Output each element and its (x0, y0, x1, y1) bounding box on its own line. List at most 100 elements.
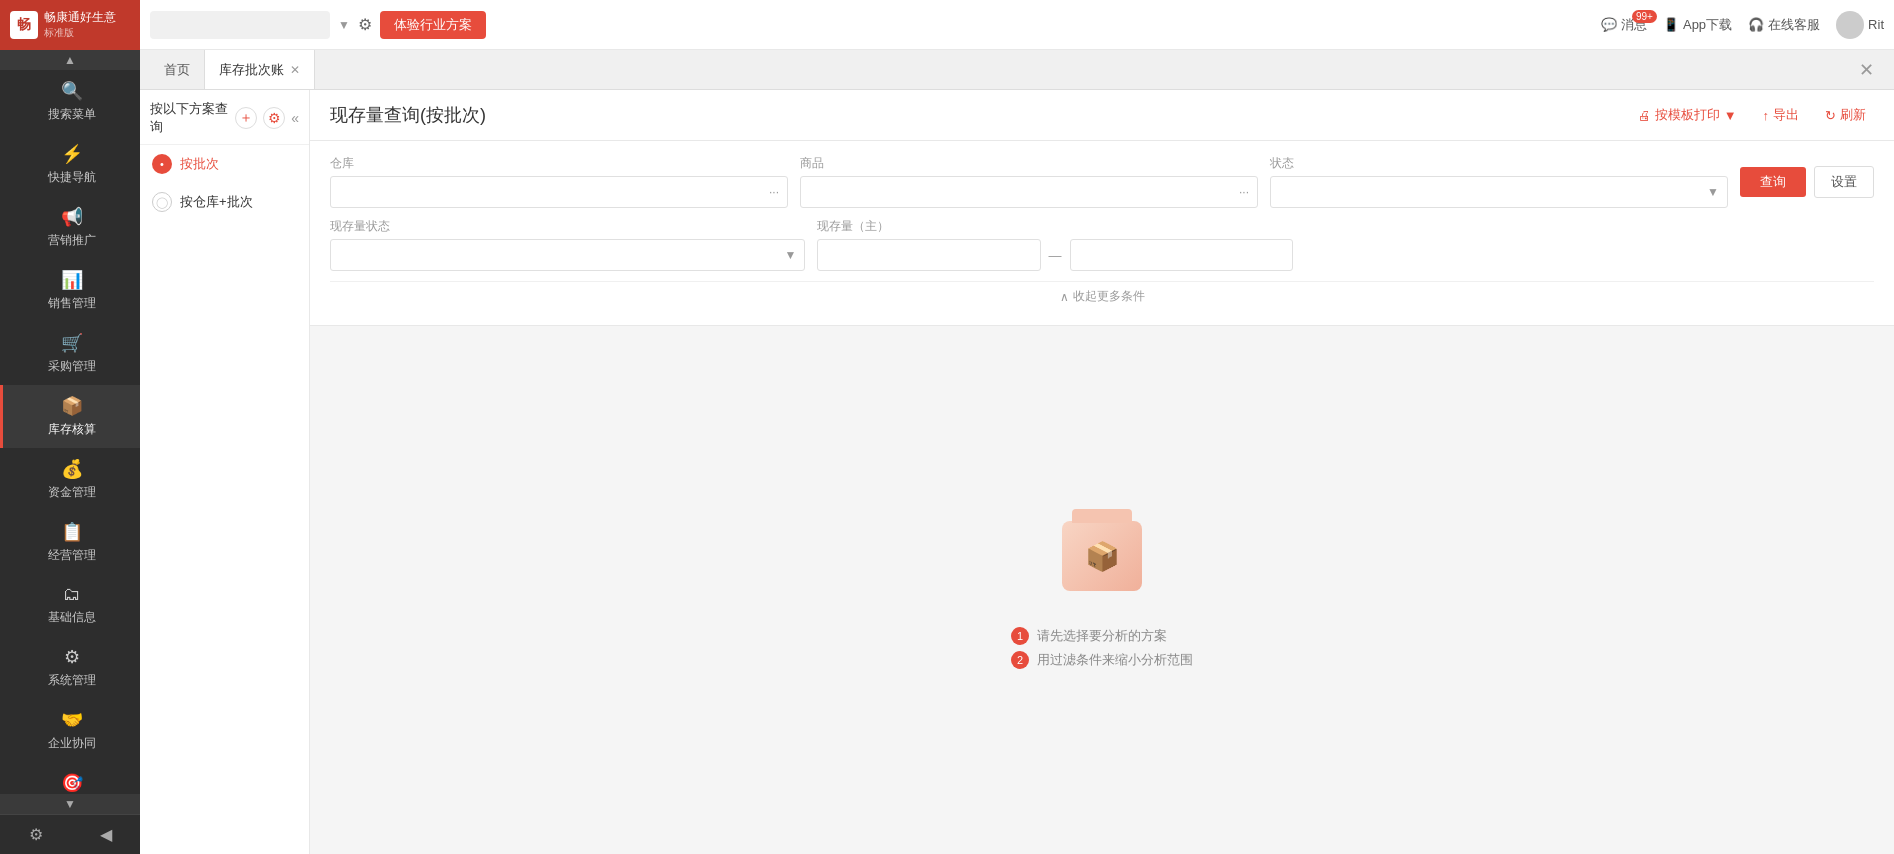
sidebar-item-label-inventory: 库存核算 (48, 421, 96, 438)
user-menu[interactable]: Rit (1836, 11, 1884, 39)
inventory-icon: 📦 (61, 395, 83, 417)
sidebar-item-system[interactable]: ⚙ 系统管理 (0, 636, 140, 699)
collapse-more-label: 收起更多条件 (1073, 288, 1145, 305)
warehouse-input[interactable]: ··· (330, 176, 788, 208)
scheme-item-warehouse-batch[interactable]: ◯ 按仓库+批次 (140, 183, 309, 221)
tip-text-2: 用过滤条件来缩小分析范围 (1037, 651, 1193, 669)
product-label: 商品 (800, 155, 1258, 172)
inventory-qty-dash: — (1045, 248, 1066, 263)
sidebar: 畅 畅康通好生意 标准版 ▲ 🔍 搜索菜单 ⚡ 快捷导航 📢 营销推广 📊 销售… (0, 0, 140, 854)
quick-nav-icon: ⚡ (61, 143, 83, 165)
header-actions: 🖨 按模板打印 ▼ ↑ 导出 ↻ 刷新 (1630, 102, 1874, 128)
sidebar-item-label-operations: 经营管理 (48, 547, 96, 564)
inventory-qty-to[interactable] (1070, 239, 1293, 271)
print-label: 按模板打印 (1655, 106, 1720, 124)
product-filter-field: 商品 ··· (800, 155, 1258, 208)
page-header: 现存量查询(按批次) 🖨 按模板打印 ▼ ↑ 导出 ↻ 刷新 (310, 90, 1894, 141)
sidebar-item-search[interactable]: 🔍 搜索菜单 (0, 70, 140, 133)
newbie-icon: 🎯 (61, 772, 83, 794)
topbar-dropdown-icon[interactable]: ▼ (338, 18, 350, 32)
sidebar-settings-button[interactable]: ⚙ (29, 825, 43, 844)
tab-close-all-button[interactable]: ✕ (1849, 59, 1884, 81)
message-icon: 💬 (1601, 17, 1617, 32)
sidebar-item-enterprise[interactable]: 🤝 企业协同 (0, 699, 140, 762)
topbar-gear-icon[interactable]: ⚙ (358, 15, 372, 34)
add-scheme-button[interactable]: ＋ (235, 107, 257, 129)
sidebar-item-quick-nav[interactable]: ⚡ 快捷导航 (0, 133, 140, 196)
scheme-settings-button[interactable]: ⚙ (263, 107, 285, 129)
warehouse-more-icon[interactable]: ··· (769, 185, 779, 199)
warehouse-filter-field: 仓库 ··· (330, 155, 788, 208)
sidebar-item-label-enterprise: 企业协同 (48, 735, 96, 752)
app-download-button[interactable]: 📱 App下载 (1663, 16, 1732, 34)
sidebar-item-label-quick-nav: 快捷导航 (48, 169, 96, 186)
tabbar: 首页 库存批次账 ✕ ✕ (140, 50, 1894, 90)
left-panel-actions: ＋ ⚙ « (235, 107, 299, 129)
refresh-button[interactable]: ↻ 刷新 (1817, 102, 1874, 128)
sidebar-collapse-button[interactable]: ◀ (100, 825, 112, 844)
empty-icon: 📦 (1052, 511, 1152, 611)
tab-home[interactable]: 首页 (150, 50, 205, 89)
tip-num-1: 1 (1011, 627, 1029, 645)
sidebar-item-label-purchase: 采购管理 (48, 358, 96, 375)
trial-button[interactable]: 体验行业方案 (380, 11, 486, 39)
tab-close-button[interactable]: ✕ (290, 63, 300, 77)
sidebar-item-finance[interactable]: 💰 资金管理 (0, 448, 140, 511)
collapse-panel-icon[interactable]: « (291, 110, 299, 126)
marketing-icon: 📢 (61, 206, 83, 228)
refresh-label: 刷新 (1840, 106, 1866, 124)
tab-inventory-batch[interactable]: 库存批次账 ✕ (205, 50, 315, 89)
scheme-dot-batch: • (160, 158, 164, 170)
operations-icon: 📋 (61, 521, 83, 543)
sidebar-brand-info: 畅康通好生意 标准版 (44, 10, 116, 40)
sidebar-item-operations[interactable]: 📋 经营管理 (0, 511, 140, 574)
filter-row-1: 仓库 ··· 商品 ··· 状态 (330, 155, 1874, 208)
scheme-icon-batch: • (152, 154, 172, 174)
username-label: Rit (1868, 17, 1884, 32)
inventory-qty-from[interactable] (817, 239, 1040, 271)
sidebar-item-basics[interactable]: 🗂 基础信息 (0, 574, 140, 636)
system-icon: ⚙ (64, 646, 80, 668)
inventory-status-field: 现存量状态 ▼ (330, 218, 805, 271)
scheme-label-warehouse-batch: 按仓库+批次 (180, 193, 253, 211)
scheme-item-batch[interactable]: • 按批次 (140, 145, 309, 183)
status-dropdown-icon[interactable]: ▼ (1707, 185, 1719, 199)
topbar-nav-placeholder (150, 11, 330, 39)
empty-state: 📦 1 请先选择要分析的方案 2 用过滤条件来缩小分析范围 (310, 326, 1894, 854)
sidebar-item-newbie[interactable]: 🎯 新手引导 (0, 762, 140, 794)
tip-text-1: 请先选择要分析的方案 (1037, 627, 1167, 645)
inventory-status-dropdown-icon[interactable]: ▼ (784, 248, 796, 262)
sidebar-item-label-system: 系统管理 (48, 672, 96, 689)
purchase-icon: 🛒 (61, 332, 83, 354)
export-icon: ↑ (1763, 108, 1770, 123)
collapse-more-chevron-icon: ∧ (1060, 290, 1069, 304)
export-button[interactable]: ↑ 导出 (1755, 102, 1808, 128)
print-icon: 🖨 (1638, 108, 1651, 123)
print-dropdown-icon[interactable]: ▼ (1724, 108, 1737, 123)
product-input[interactable]: ··· (800, 176, 1258, 208)
print-button[interactable]: 🖨 按模板打印 ▼ (1630, 102, 1745, 128)
message-button[interactable]: 💬 消息 99+ (1601, 16, 1647, 34)
product-more-icon[interactable]: ··· (1239, 185, 1249, 199)
sidebar-item-sales[interactable]: 📊 销售管理 (0, 259, 140, 322)
query-button[interactable]: 查询 (1740, 167, 1806, 197)
inventory-status-select[interactable]: ▼ (330, 239, 805, 271)
settings-button[interactable]: 设置 (1814, 166, 1874, 198)
empty-tips: 1 请先选择要分析的方案 2 用过滤条件来缩小分析范围 (1011, 627, 1193, 669)
sidebar-scroll-up[interactable]: ▲ (0, 50, 140, 70)
empty-tip-2: 2 用过滤条件来缩小分析范围 (1011, 651, 1193, 669)
sidebar-brand-name: 畅康通好生意 (44, 10, 116, 26)
message-badge: 99+ (1632, 10, 1657, 23)
collapse-more-button[interactable]: ∧ 收起更多条件 (330, 281, 1874, 311)
sidebar-item-purchase[interactable]: 🛒 采购管理 (0, 322, 140, 385)
empty-box-face: 📦 (1085, 540, 1120, 573)
finance-icon: 💰 (61, 458, 83, 480)
customer-service-button[interactable]: 🎧 在线客服 (1748, 16, 1820, 34)
status-select[interactable]: ▼ (1270, 176, 1728, 208)
sidebar-header: 畅 畅康通好生意 标准版 (0, 0, 140, 50)
sidebar-item-marketing[interactable]: 📢 营销推广 (0, 196, 140, 259)
scheme-icon-warehouse-batch: ◯ (152, 192, 172, 212)
sidebar-item-inventory[interactable]: 📦 库存核算 (0, 385, 140, 448)
sidebar-scroll-down[interactable]: ▼ (0, 794, 140, 814)
page-title: 现存量查询(按批次) (330, 103, 486, 127)
